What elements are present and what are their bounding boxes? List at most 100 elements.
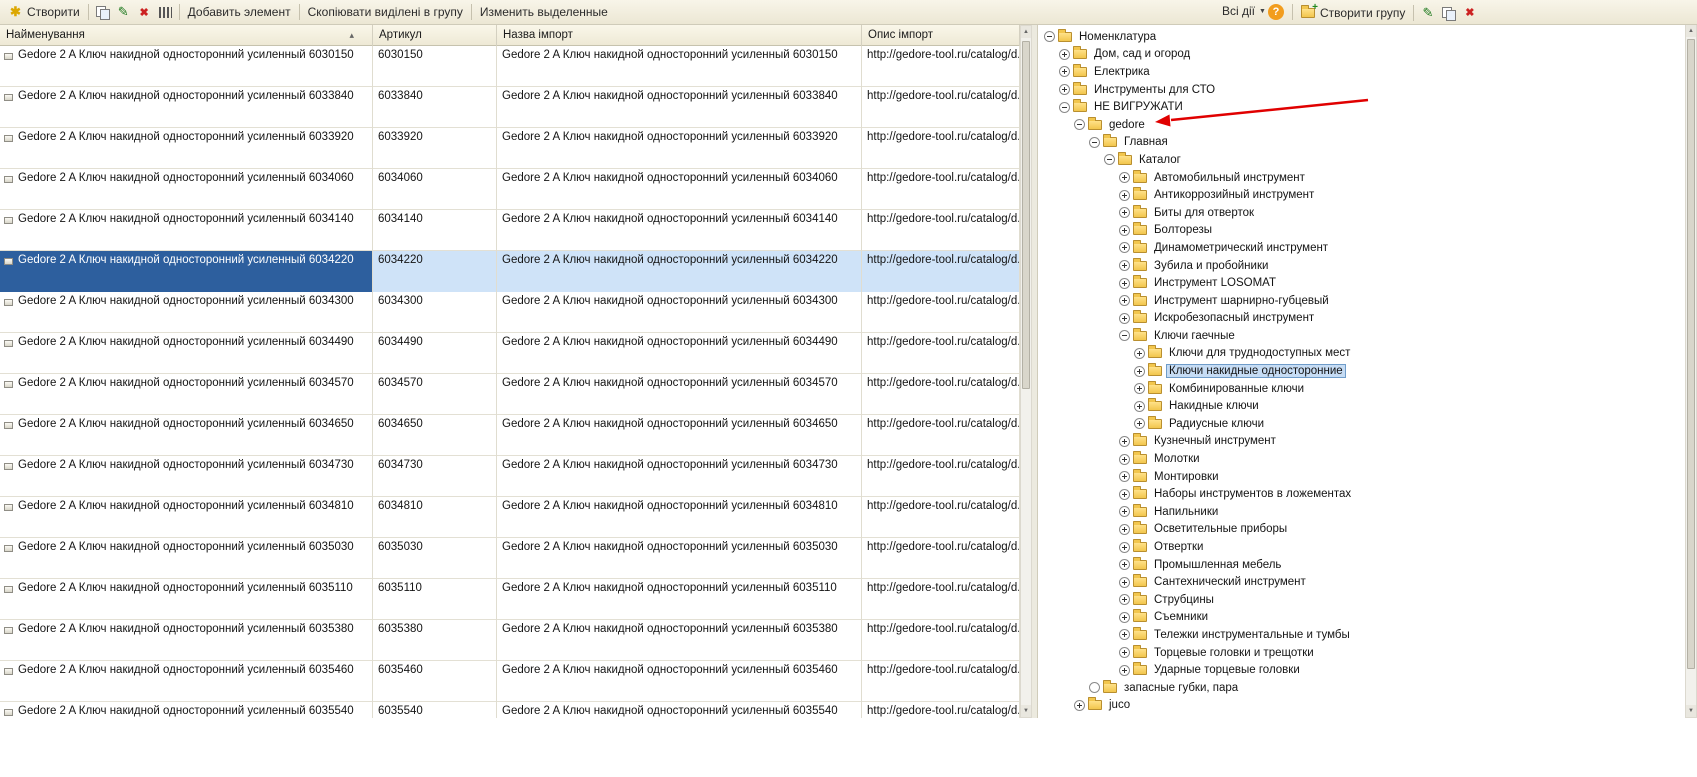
cell-import[interactable]: Gedore 2 A Ключ накидной односторонний у… <box>497 210 862 251</box>
table-row[interactable]: Gedore 2 A Ключ накидной односторонний у… <box>0 702 1020 718</box>
cell-import[interactable]: Gedore 2 A Ключ накидной односторонний у… <box>497 497 862 538</box>
tree-item[interactable]: Накидные ключи <box>1038 397 1684 415</box>
cell-article[interactable]: 6035460 <box>373 661 497 702</box>
expand-icon[interactable] <box>1119 189 1130 201</box>
table-row[interactable]: Gedore 2 A Ключ накидной односторонний у… <box>0 292 1020 333</box>
cell-name[interactable]: Gedore 2 A Ключ накидной односторонний у… <box>0 210 373 251</box>
tree-item[interactable]: НЕ ВИГРУЖАТИ <box>1038 98 1684 116</box>
tree-item[interactable]: Ударные торцевые головки <box>1038 661 1684 679</box>
cell-article[interactable]: 6034810 <box>373 497 497 538</box>
table-row[interactable]: Gedore 2 A Ключ накидной односторонний у… <box>0 579 1020 620</box>
cell-name[interactable]: Gedore 2 A Ключ накидной односторонний у… <box>0 620 373 661</box>
column-header-import-name[interactable]: Назва імпорт <box>497 25 862 46</box>
tree-copy-button[interactable] <box>1438 3 1459 23</box>
cell-import[interactable]: Gedore 2 A Ключ накидной односторонний у… <box>497 374 862 415</box>
tree-delete-button[interactable]: ✖ <box>1459 3 1480 23</box>
table-row[interactable]: Gedore 2 A Ключ накидной односторонний у… <box>0 46 1020 87</box>
cell-name[interactable]: Gedore 2 A Ключ накидной односторонний у… <box>0 251 373 292</box>
expand-icon[interactable] <box>1119 172 1130 184</box>
column-header-import-desc[interactable]: Опис імпорт <box>862 25 1020 46</box>
list-scrollbar[interactable]: ▲ ▼ <box>1020 25 1032 718</box>
scroll-up-icon[interactable]: ▲ <box>1021 26 1031 38</box>
cell-article[interactable]: 6034490 <box>373 333 497 374</box>
cell-name[interactable]: Gedore 2 A Ключ накидной односторонний у… <box>0 702 373 718</box>
cell-desc[interactable]: http://gedore-tool.ru/catalog/d... <box>862 702 1020 718</box>
expand-icon[interactable] <box>1119 559 1130 571</box>
expand-icon[interactable] <box>1119 435 1130 447</box>
expand-icon[interactable] <box>1119 295 1130 307</box>
tree-item[interactable]: Антикоррозийный инструмент <box>1038 186 1684 204</box>
cell-desc[interactable]: http://gedore-tool.ru/catalog/d... <box>862 456 1020 497</box>
collapse-icon[interactable] <box>1104 154 1115 166</box>
help-button[interactable]: ? <box>1268 4 1284 20</box>
tree-item[interactable]: Отвертки <box>1038 538 1684 556</box>
tree-item[interactable]: запасные губки, пара <box>1038 679 1684 697</box>
cell-import[interactable]: Gedore 2 A Ключ накидной односторонний у… <box>497 128 862 169</box>
cell-article[interactable]: 6030150 <box>373 46 497 87</box>
tree-item[interactable]: Ключи гаечные <box>1038 327 1684 345</box>
cell-name[interactable]: Gedore 2 A Ключ накидной односторонний у… <box>0 46 373 87</box>
delete-button[interactable]: ✖ <box>134 2 155 22</box>
expand-icon[interactable] <box>1119 260 1130 272</box>
all-actions-button[interactable]: Всі дії ▼ <box>1222 4 1266 18</box>
expand-icon[interactable] <box>1119 664 1130 676</box>
expand-icon[interactable] <box>1134 383 1145 395</box>
cell-article[interactable]: 6035540 <box>373 702 497 718</box>
tree-item[interactable]: Болторезы <box>1038 222 1684 240</box>
table-row[interactable]: Gedore 2 A Ключ накидной односторонний у… <box>0 251 1020 292</box>
expand-icon[interactable] <box>1134 400 1145 412</box>
cell-desc[interactable]: http://gedore-tool.ru/catalog/d... <box>862 497 1020 538</box>
tree-item[interactable]: Напильники <box>1038 503 1684 521</box>
expand-icon[interactable] <box>1119 488 1130 500</box>
table-row[interactable]: Gedore 2 A Ключ накидной односторонний у… <box>0 333 1020 374</box>
create-group-button[interactable]: + Створити групу <box>1294 2 1410 22</box>
cell-import[interactable]: Gedore 2 A Ключ накидной односторонний у… <box>497 415 862 456</box>
tree-item[interactable]: Сантехнический инструмент <box>1038 573 1684 591</box>
tree-item[interactable]: Кузнечный инструмент <box>1038 433 1684 451</box>
cell-desc[interactable]: http://gedore-tool.ru/catalog/d... <box>862 292 1020 333</box>
expand-icon[interactable] <box>1119 471 1130 483</box>
expand-icon[interactable] <box>1119 453 1130 465</box>
expand-icon[interactable] <box>1074 699 1085 711</box>
expand-icon[interactable] <box>1119 242 1130 254</box>
cell-desc[interactable]: http://gedore-tool.ru/catalog/d... <box>862 46 1020 87</box>
tree-scrollbar[interactable]: ▲ ▼ <box>1685 25 1697 718</box>
tree-item[interactable]: juco <box>1038 697 1684 715</box>
expand-icon[interactable] <box>1134 365 1145 377</box>
cell-desc[interactable]: http://gedore-tool.ru/catalog/d... <box>862 128 1020 169</box>
cell-name[interactable]: Gedore 2 A Ключ накидной односторонний у… <box>0 333 373 374</box>
cell-name[interactable]: Gedore 2 A Ключ накидной односторонний у… <box>0 456 373 497</box>
tree-item[interactable]: Комбинированные ключи <box>1038 380 1684 398</box>
tree-item[interactable]: Тележки инструментальные и тумбы <box>1038 626 1684 644</box>
expand-icon[interactable] <box>1059 84 1070 96</box>
cell-article[interactable]: 6033840 <box>373 87 497 128</box>
expand-icon[interactable] <box>1119 506 1130 518</box>
collapse-icon[interactable] <box>1089 136 1100 148</box>
cell-desc[interactable]: http://gedore-tool.ru/catalog/d... <box>862 661 1020 702</box>
tree-item[interactable]: Биты для отверток <box>1038 204 1684 222</box>
tree-item[interactable]: Инструмент шарнирно-губцевый <box>1038 292 1684 310</box>
cell-name[interactable]: Gedore 2 A Ключ накидной односторонний у… <box>0 128 373 169</box>
cell-name[interactable]: Gedore 2 A Ключ накидной односторонний у… <box>0 87 373 128</box>
tree-item[interactable]: Искробезопасный инструмент <box>1038 310 1684 328</box>
tree-item[interactable]: Инструменты для СТО <box>1038 81 1684 99</box>
tree-item[interactable]: Електрика <box>1038 63 1684 81</box>
scrollbar-thumb[interactable] <box>1687 39 1695 669</box>
cell-desc[interactable]: http://gedore-tool.ru/catalog/d... <box>862 374 1020 415</box>
cell-import[interactable]: Gedore 2 A Ключ накидной односторонний у… <box>497 661 862 702</box>
tree-item[interactable]: Каталог <box>1038 151 1684 169</box>
cell-import[interactable]: Gedore 2 A Ключ накидной односторонний у… <box>497 333 862 374</box>
cell-article[interactable]: 6033920 <box>373 128 497 169</box>
cell-desc[interactable]: http://gedore-tool.ru/catalog/d... <box>862 538 1020 579</box>
add-element-button[interactable]: Добавить элемент <box>183 3 296 21</box>
cell-import[interactable]: Gedore 2 A Ключ накидной односторонний у… <box>497 46 862 87</box>
table-row[interactable]: Gedore 2 A Ключ накидной односторонний у… <box>0 456 1020 497</box>
expand-icon[interactable] <box>1119 207 1130 219</box>
cell-import[interactable]: Gedore 2 A Ключ накидной односторонний у… <box>497 702 862 718</box>
cell-import[interactable]: Gedore 2 A Ключ накидной односторонний у… <box>497 538 862 579</box>
expand-icon[interactable] <box>1119 629 1130 641</box>
cell-name[interactable]: Gedore 2 A Ключ накидной односторонний у… <box>0 374 373 415</box>
tree-item[interactable]: Наборы инструментов в ложементах <box>1038 485 1684 503</box>
cell-import[interactable]: Gedore 2 A Ключ накидной односторонний у… <box>497 292 862 333</box>
table-row[interactable]: Gedore 2 A Ключ накидной односторонний у… <box>0 497 1020 538</box>
